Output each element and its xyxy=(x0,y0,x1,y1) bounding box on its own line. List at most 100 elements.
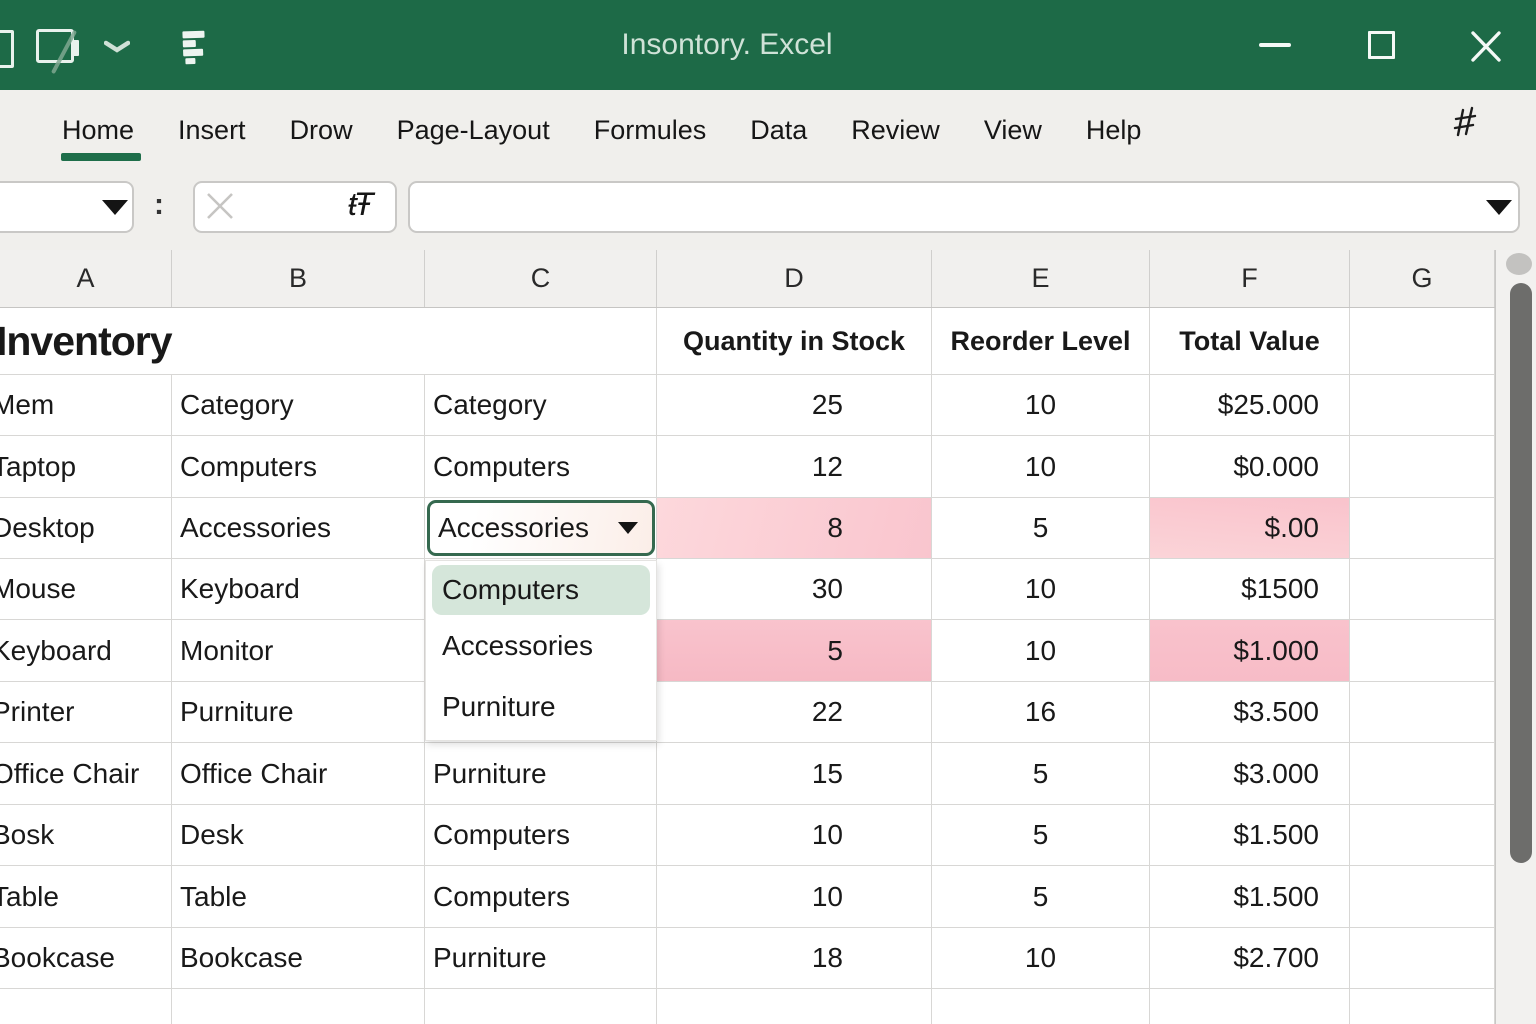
fx-sharp-icon[interactable] xyxy=(1452,104,1480,140)
header-quantity-in-stock[interactable]: Quantity in Stock xyxy=(657,308,932,374)
cell-e[interactable]: 5 xyxy=(932,743,1150,804)
cell-f[interactable]: $25.000 xyxy=(1150,375,1350,435)
cell-g[interactable] xyxy=(1350,743,1495,804)
column-header-d[interactable]: D xyxy=(657,250,932,307)
cell-b[interactable]: Accessories xyxy=(172,498,425,558)
cell-d[interactable]: 18 xyxy=(657,928,932,988)
tab-home[interactable]: Home xyxy=(60,115,142,161)
minimize-button[interactable] xyxy=(1259,43,1291,47)
cell-c[interactable] xyxy=(425,308,657,374)
cell-g[interactable] xyxy=(1350,682,1495,742)
cell-a[interactable]: Bookcase xyxy=(0,928,172,988)
column-header-a[interactable]: A xyxy=(0,250,172,307)
cell-g[interactable] xyxy=(1350,559,1495,619)
column-header-c[interactable]: C xyxy=(425,250,657,307)
cell-b[interactable]: Desk xyxy=(172,805,425,865)
cell-f[interactable]: $1.500 xyxy=(1150,805,1350,865)
scrollbar-thumb[interactable] xyxy=(1510,283,1532,863)
cell-b[interactable]: Keyboard xyxy=(172,559,425,619)
cell-e[interactable]: 10 xyxy=(932,375,1150,435)
cell-d[interactable]: 15 xyxy=(657,743,932,804)
cell-f-alert[interactable]: $1.000 xyxy=(1150,620,1350,681)
scroll-up-button[interactable] xyxy=(1506,253,1532,275)
tab-help[interactable]: Help xyxy=(1086,115,1142,146)
cell-g[interactable] xyxy=(1350,620,1495,681)
cell-d[interactable]: 30 xyxy=(657,559,932,619)
tab-view[interactable]: View xyxy=(984,115,1042,146)
cell-c[interactable]: Purniture xyxy=(425,928,657,988)
cell-g[interactable] xyxy=(1350,805,1495,865)
cell-e[interactable]: 5 xyxy=(932,866,1150,927)
cell-e[interactable]: 5 xyxy=(932,805,1150,865)
cell-a[interactable]: Desktop xyxy=(0,498,172,558)
cancel-icon[interactable] xyxy=(205,191,235,221)
cell-d[interactable]: 22 xyxy=(657,682,932,742)
formula-bar-expand-arrow[interactable] xyxy=(1486,200,1512,215)
cell-d-low-stock[interactable]: 5 xyxy=(657,620,932,681)
header-total-value[interactable]: Total Value xyxy=(1150,308,1350,374)
cell-b[interactable]: Monitor xyxy=(172,620,425,681)
vertical-scrollbar[interactable] xyxy=(1495,250,1536,1024)
cell-b[interactable]: Category xyxy=(172,375,425,435)
cell-b[interactable]: Bookcase xyxy=(172,928,425,988)
cell-g[interactable] xyxy=(1350,928,1495,988)
cell-b[interactable]: Computers xyxy=(172,436,425,497)
cell-d[interactable]: 25 xyxy=(657,375,932,435)
cell-f[interactable]: $1.500 xyxy=(1150,866,1350,927)
header-reorder-level[interactable]: Reorder Level xyxy=(932,308,1150,374)
cell-g[interactable] xyxy=(1350,308,1495,374)
dropdown-option-furniture[interactable]: Purniture xyxy=(426,676,656,737)
column-header-g[interactable]: G xyxy=(1350,250,1495,307)
cell-c[interactable]: Computers xyxy=(425,805,657,865)
cell-c[interactable]: Purniture xyxy=(425,743,657,804)
cell-a[interactable]: Bosk xyxy=(0,805,172,865)
category-dropdown[interactable]: Accessories xyxy=(427,500,655,556)
dropdown-option-accessories[interactable]: Accessories xyxy=(426,615,656,676)
cell-d-low-stock[interactable]: 8 xyxy=(657,498,932,558)
tab-insert[interactable]: Insert xyxy=(178,115,246,146)
cell-title[interactable]: Inventory xyxy=(0,308,425,374)
cell-a[interactable]: Mouse xyxy=(0,559,172,619)
menu-icon[interactable] xyxy=(182,30,207,68)
tab-review[interactable]: Review xyxy=(851,115,940,146)
tab-data[interactable]: Data xyxy=(750,115,807,146)
cell-c[interactable] xyxy=(425,989,657,1024)
cell-c[interactable]: Category xyxy=(425,375,657,435)
cell-a[interactable] xyxy=(0,989,172,1024)
close-button[interactable] xyxy=(1470,29,1502,63)
cell-a[interactable]: Office Chair xyxy=(0,743,172,804)
cell-d[interactable]: 10 xyxy=(657,805,932,865)
column-header-b[interactable]: B xyxy=(172,250,425,307)
cell-f[interactable] xyxy=(1150,989,1350,1024)
cell-e[interactable]: 10 xyxy=(932,620,1150,681)
cell-a[interactable]: Mem xyxy=(0,375,172,435)
cell-d[interactable]: 10 xyxy=(657,866,932,927)
cell-e[interactable]: 16 xyxy=(932,682,1150,742)
tab-formulas[interactable]: Formules xyxy=(594,115,707,146)
cell-e[interactable]: 10 xyxy=(932,436,1150,497)
cell-a[interactable]: Table xyxy=(0,866,172,927)
cell-b[interactable] xyxy=(172,989,425,1024)
column-header-f[interactable]: F xyxy=(1150,250,1350,307)
tab-draw[interactable]: Drow xyxy=(290,115,353,146)
insert-function-icon[interactable]: ŧŦ xyxy=(348,186,373,223)
cell-f[interactable]: $3.000 xyxy=(1150,743,1350,804)
column-header-e[interactable]: E xyxy=(932,250,1150,307)
cell-c[interactable]: Computers xyxy=(425,866,657,927)
cell-f[interactable]: $0.000 xyxy=(1150,436,1350,497)
cell-f[interactable]: $2.700 xyxy=(1150,928,1350,988)
cell-b[interactable]: Purniture xyxy=(172,682,425,742)
cell-d[interactable] xyxy=(657,989,932,1024)
chevron-down-icon[interactable] xyxy=(104,40,130,54)
cell-a[interactable]: Printer xyxy=(0,682,172,742)
cell-g[interactable] xyxy=(1350,989,1495,1024)
cell-f-alert[interactable]: $.00 xyxy=(1150,498,1350,558)
cell-a[interactable]: Taptop xyxy=(0,436,172,497)
cell-g[interactable] xyxy=(1350,375,1495,435)
cell-a[interactable]: Keyboard xyxy=(0,620,172,681)
cell-g[interactable] xyxy=(1350,436,1495,497)
cell-e[interactable]: 10 xyxy=(932,928,1150,988)
cell-f[interactable]: $3.500 xyxy=(1150,682,1350,742)
tab-page-layout[interactable]: Page-Layout xyxy=(397,115,550,146)
cell-f[interactable]: $1500 xyxy=(1150,559,1350,619)
